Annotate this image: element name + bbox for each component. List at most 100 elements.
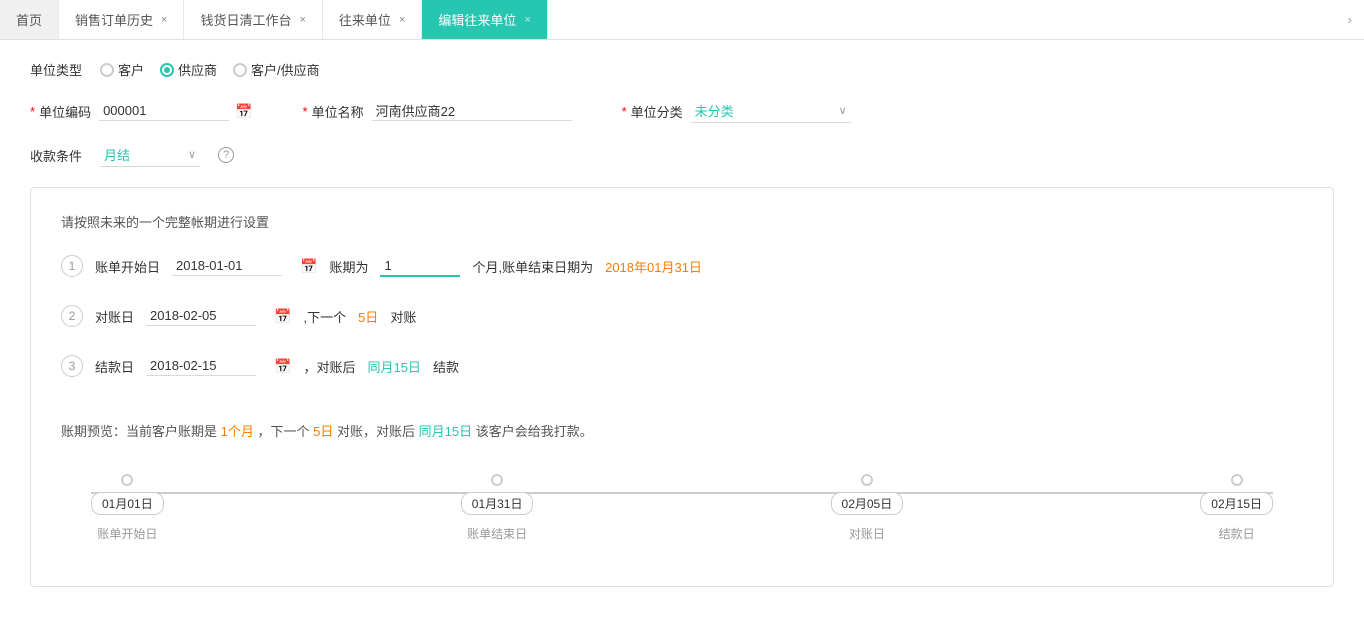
payment-row: 收款条件 月结 ∨ ? xyxy=(30,143,1334,167)
unit-type-radio-group: 客户 供应商 客户/供应商 xyxy=(100,60,320,79)
step3-date-input[interactable] xyxy=(146,356,256,376)
step2-prefix: ,下一个 xyxy=(303,307,346,326)
radio-customer-circle xyxy=(100,63,114,77)
node-tag-3: 02月05日 xyxy=(831,492,904,515)
step-label-1: 账单开始日 xyxy=(95,257,160,276)
radio-supplier-circle xyxy=(160,63,174,77)
timeline-inner: 01月01日 账单开始日 01月31日 账单结束日 02月05日 对账日 xyxy=(91,474,1273,542)
tab-partners-close-icon[interactable]: × xyxy=(399,14,405,26)
timeline-node-3: 02月05日 对账日 xyxy=(831,474,904,542)
unit-code-icon[interactable]: 📅 xyxy=(235,103,252,120)
node-tag-1: 01月01日 xyxy=(91,492,164,515)
node-dot-4 xyxy=(1231,474,1243,486)
step1-date-input[interactable] xyxy=(172,256,282,276)
preview-1month: 1个月 xyxy=(221,424,254,439)
node-label-1: 账单开始日 xyxy=(97,525,157,542)
step1-end-date: 2018年01月31日 xyxy=(605,257,702,276)
step2-date-input[interactable] xyxy=(146,306,256,326)
tab-home-label: 首页 xyxy=(16,10,42,29)
step-num-3: 3 xyxy=(61,355,83,377)
unit-cat-required: * xyxy=(622,104,627,119)
unit-code-group: * 单位编码 📅 xyxy=(30,101,253,121)
step-num-2: 2 xyxy=(61,305,83,327)
preview-row: 账期预览：当前客户账期是 1个月 ，下一个 5日 对账，对账后 同月15日 该客… xyxy=(61,405,1303,464)
unit-name-input[interactable] xyxy=(372,101,572,121)
radio-both[interactable]: 客户/供应商 xyxy=(233,60,320,79)
step-label-3: 结款日 xyxy=(95,357,134,376)
timeline-wrap: 01月01日 账单开始日 01月31日 账单结束日 02月05日 对账日 xyxy=(61,464,1303,562)
node-tag-2: 01月31日 xyxy=(461,492,534,515)
unit-code-input[interactable] xyxy=(99,101,229,121)
billing-cycle-section: 请按照未来的一个完整帐期进行设置 1 账单开始日 📅 账期为 个月,账单结束日期… xyxy=(30,187,1334,587)
step-row-3: 3 结款日 📅 ，对账后 同月15日 结款 xyxy=(61,355,1303,377)
step2-cal-icon[interactable]: 📅 xyxy=(274,308,291,325)
tab-partners-label: 往来单位 xyxy=(339,10,391,29)
unit-category-group: * 单位分类 未分类 ∨ xyxy=(622,99,851,123)
step1-suffix: 个月,账单结束日期为 xyxy=(472,257,593,276)
unit-info-row: * 单位编码 📅 * 单位名称 * 单位分类 未分类 ∨ xyxy=(30,99,1334,123)
step1-cal-icon[interactable]: 📅 xyxy=(300,258,317,275)
timeline-node-4: 02月15日 结款日 xyxy=(1200,474,1273,542)
chevron-right-icon: › xyxy=(1348,12,1352,27)
tab-cash-label: 钱货日清工作台 xyxy=(200,10,291,29)
preview-same15: 同月15日 xyxy=(419,424,472,439)
payment-value: 月结 xyxy=(104,145,184,164)
node-label-3: 对账日 xyxy=(849,525,885,542)
radio-customer[interactable]: 客户 xyxy=(100,60,144,79)
tab-home[interactable]: 首页 xyxy=(0,0,59,39)
radio-customer-label: 客户 xyxy=(118,60,144,79)
payment-arrow-icon: ∨ xyxy=(188,148,196,161)
node-label-4: 结款日 xyxy=(1219,525,1255,542)
node-dot-1 xyxy=(121,474,133,486)
radio-supplier-dot xyxy=(164,67,170,73)
step3-cal-icon[interactable]: 📅 xyxy=(274,358,291,375)
radio-both-circle xyxy=(233,63,247,77)
radio-both-label: 客户/供应商 xyxy=(251,60,320,79)
tab-more-button[interactable]: › xyxy=(1336,0,1364,39)
preview-comma1: ，下一个 xyxy=(258,424,310,439)
step1-period-input[interactable] xyxy=(380,256,460,277)
section-title: 请按照未来的一个完整帐期进行设置 xyxy=(61,212,1303,231)
preview-5day: 5日 xyxy=(313,424,333,439)
step-row-2: 2 对账日 📅 ,下一个 5日 对账 xyxy=(61,305,1303,327)
unit-category-label: 单位分类 xyxy=(631,102,683,121)
node-label-2: 账单结束日 xyxy=(467,525,527,542)
tab-sales-label: 销售订单历史 xyxy=(75,10,153,29)
step3-prefix: ，对账后 xyxy=(303,357,355,376)
node-tag-4: 02月15日 xyxy=(1200,492,1273,515)
unit-code-required: * xyxy=(30,104,35,119)
tab-partners[interactable]: 往来单位 × xyxy=(323,0,422,39)
tab-edit-partner-label: 编辑往来单位 xyxy=(438,10,516,29)
step-label-2: 对账日 xyxy=(95,307,134,326)
unit-name-group: * 单位名称 xyxy=(303,101,572,121)
step1-mid-text: 账期为 xyxy=(329,257,368,276)
tab-sales-order-history[interactable]: 销售订单历史 × xyxy=(59,0,184,39)
unit-type-row: 单位类型 客户 供应商 客户/供应商 xyxy=(30,60,1334,79)
radio-supplier-label: 供应商 xyxy=(178,60,217,79)
tab-cash-close-icon[interactable]: × xyxy=(299,14,305,26)
node-dot-2 xyxy=(491,474,503,486)
tab-edit-partner-close-icon[interactable]: × xyxy=(524,14,530,26)
main-content: 单位类型 客户 供应商 客户/供应商 * 单位编码 📅 xyxy=(0,40,1364,627)
step3-suffix: 结款 xyxy=(433,357,459,376)
unit-name-required: * xyxy=(303,104,308,119)
payment-label: 收款条件 xyxy=(30,146,82,165)
tab-sales-close-icon[interactable]: × xyxy=(161,14,167,26)
unit-name-label: 单位名称 xyxy=(312,102,364,121)
step-num-1: 1 xyxy=(61,255,83,277)
preview-prefix: 账期预览：当前客户账期是 xyxy=(61,424,217,439)
unit-code-label: 单位编码 xyxy=(39,102,91,121)
payment-dropdown[interactable]: 月结 ∨ xyxy=(100,143,200,167)
radio-supplier[interactable]: 供应商 xyxy=(160,60,217,79)
preview-suffix: 该客户会给我打款。 xyxy=(476,424,593,439)
step-row-1: 1 账单开始日 📅 账期为 个月,账单结束日期为 2018年01月31日 xyxy=(61,255,1303,277)
step2-suffix: 对账 xyxy=(390,307,416,326)
step2-highlight: 5日 xyxy=(358,307,378,326)
tab-bar: 首页 销售订单历史 × 钱货日清工作台 × 往来单位 × 编辑往来单位 × › xyxy=(0,0,1364,40)
step3-highlight: 同月15日 xyxy=(367,357,420,376)
tab-cash-work[interactable]: 钱货日清工作台 × xyxy=(184,0,322,39)
unit-category-value: 未分类 xyxy=(695,101,835,120)
payment-help-icon[interactable]: ? xyxy=(218,147,234,163)
unit-category-dropdown[interactable]: 未分类 ∨ xyxy=(691,99,851,123)
tab-edit-partner[interactable]: 编辑往来单位 × xyxy=(422,0,547,39)
